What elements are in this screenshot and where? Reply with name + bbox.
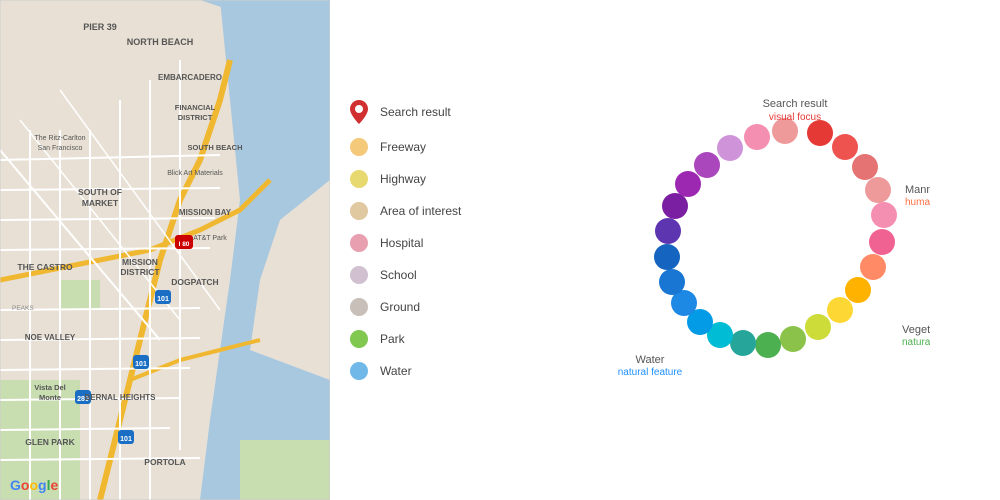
info-section: Search result Freeway Highway Area of in… bbox=[330, 0, 1000, 500]
svg-text:The Ritz-Carlton: The Ritz-Carlton bbox=[35, 135, 86, 142]
svg-text:DISTRICT: DISTRICT bbox=[120, 267, 160, 277]
svg-text:PIER 39: PIER 39 bbox=[83, 22, 117, 32]
svg-text:AT&T Park: AT&T Park bbox=[193, 235, 227, 242]
svg-text:Manmade surroundings: Manmade surroundings bbox=[905, 184, 930, 196]
svg-text:San Francisco: San Francisco bbox=[38, 145, 83, 152]
svg-text:NOE VALLEY: NOE VALLEY bbox=[25, 333, 76, 342]
legend-label-highway: Highway bbox=[380, 172, 426, 186]
svg-text:Water: Water bbox=[636, 354, 665, 366]
svg-text:Vegetation: Vegetation bbox=[902, 324, 930, 336]
svg-text:Blick Art Materials: Blick Art Materials bbox=[167, 170, 223, 177]
legend-label-water: Water bbox=[380, 364, 412, 378]
svg-text:PORTOLA: PORTOLA bbox=[144, 457, 185, 467]
svg-text:Search result: Search result bbox=[763, 98, 828, 110]
svg-text:101: 101 bbox=[120, 436, 132, 443]
svg-text:MISSION: MISSION bbox=[122, 257, 158, 267]
svg-text:MARKET: MARKET bbox=[82, 198, 119, 208]
legend-dot-park bbox=[350, 330, 368, 348]
svg-text:human activity: human activity bbox=[905, 197, 930, 208]
svg-text:MISSION BAY: MISSION BAY bbox=[179, 208, 232, 217]
color-wheel: Search result visual focus Manmade surro… bbox=[610, 85, 930, 425]
legend-label-park: Park bbox=[380, 332, 405, 346]
legend-panel: Search result Freeway Highway Area of in… bbox=[350, 20, 530, 490]
legend-item-highway: Highway bbox=[350, 170, 530, 188]
legend-label-ground: Ground bbox=[380, 300, 420, 314]
legend-item-school: School bbox=[350, 266, 530, 284]
svg-text:DISTRICT: DISTRICT bbox=[178, 113, 213, 122]
legend-label-school: School bbox=[380, 268, 417, 282]
legend-item-freeway: Freeway bbox=[350, 138, 530, 156]
legend-dot-highway bbox=[350, 170, 368, 188]
legend-dot-hospital bbox=[350, 234, 368, 252]
legend-dot-school bbox=[350, 266, 368, 284]
svg-text:visual focus: visual focus bbox=[769, 112, 821, 123]
legend-dot-area-of-interest bbox=[350, 202, 368, 220]
svg-text:Vista Del: Vista Del bbox=[34, 383, 66, 392]
legend-dot-ground bbox=[350, 298, 368, 316]
svg-text:natural feature: natural feature bbox=[902, 337, 930, 348]
map-container: 101 101 101 280 I 80 PIER 39 NORTH BEACH… bbox=[0, 0, 330, 500]
legend-dot-freeway bbox=[350, 138, 368, 156]
svg-text:natural feature: natural feature bbox=[618, 367, 683, 378]
svg-text:Google: Google bbox=[10, 477, 58, 493]
legend-item-area-of-interest: Area of interest bbox=[350, 202, 530, 220]
legend-label-search-result: Search result bbox=[380, 105, 451, 119]
svg-text:THE CASTRO: THE CASTRO bbox=[17, 262, 73, 272]
svg-text:NORTH BEACH: NORTH BEACH bbox=[127, 37, 194, 47]
legend-item-hospital: Hospital bbox=[350, 234, 530, 252]
svg-text:Monte: Monte bbox=[39, 393, 61, 402]
svg-text:I 80: I 80 bbox=[179, 241, 190, 248]
svg-text:101: 101 bbox=[135, 361, 147, 368]
color-wheel-section: Search result visual focus Manmade surro… bbox=[550, 20, 990, 490]
svg-text:PEAKS: PEAKS bbox=[12, 305, 34, 312]
legend-item-water: Water bbox=[350, 362, 530, 380]
legend-item-ground: Ground bbox=[350, 298, 530, 316]
svg-text:EMBARCADERO: EMBARCADERO bbox=[158, 73, 222, 82]
svg-text:DOGPATCH: DOGPATCH bbox=[171, 277, 218, 287]
legend-item-search-result: Search result bbox=[350, 100, 530, 124]
svg-text:FINANCIAL: FINANCIAL bbox=[175, 103, 216, 112]
svg-text:BERNAL HEIGHTS: BERNAL HEIGHTS bbox=[85, 393, 157, 402]
svg-text:SOUTH BEACH: SOUTH BEACH bbox=[187, 143, 242, 152]
wheel-svg: Search result visual focus Manmade surro… bbox=[610, 85, 930, 425]
legend-label-hospital: Hospital bbox=[380, 236, 423, 250]
legend-label-area-of-interest: Area of interest bbox=[380, 204, 461, 218]
legend-item-park: Park bbox=[350, 330, 530, 348]
svg-text:SOUTH OF: SOUTH OF bbox=[78, 187, 122, 197]
legend-label-freeway: Freeway bbox=[380, 140, 426, 154]
legend-dot-water bbox=[350, 362, 368, 380]
svg-text:101: 101 bbox=[157, 296, 169, 303]
svg-text:GLEN PARK: GLEN PARK bbox=[25, 437, 75, 447]
